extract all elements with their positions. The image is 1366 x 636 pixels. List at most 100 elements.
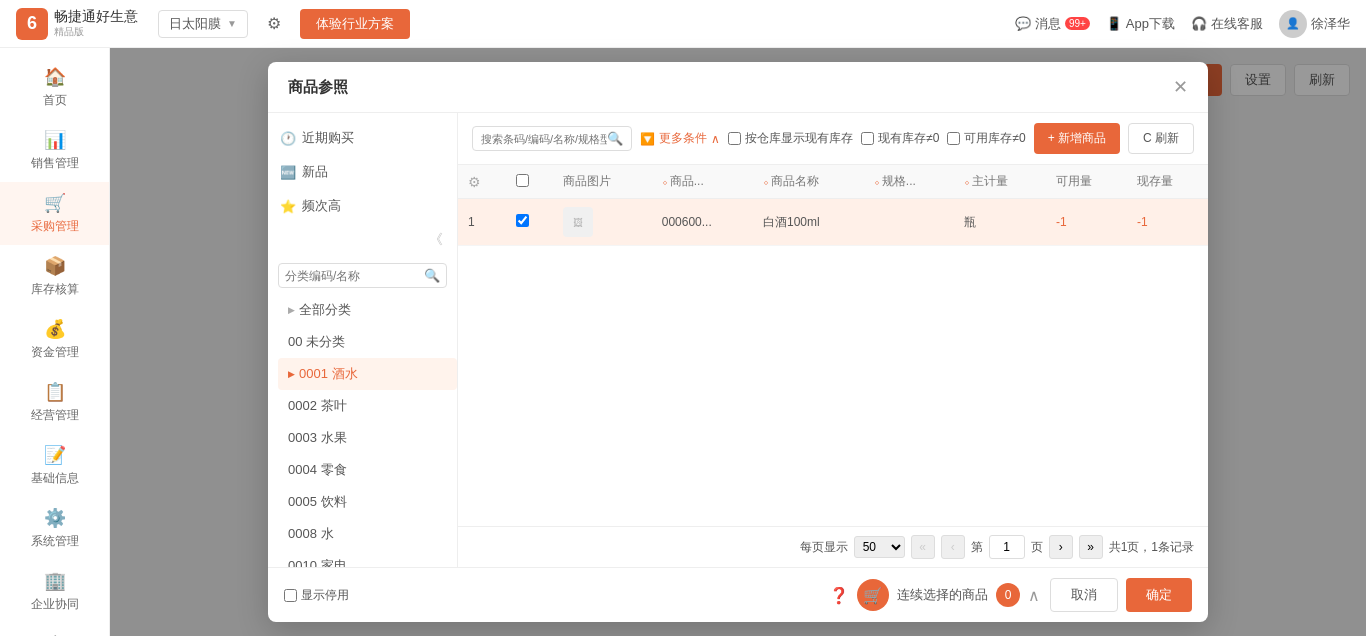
first-page-button[interactable]: « bbox=[911, 535, 935, 559]
message-icon: 💬 bbox=[1015, 16, 1031, 31]
sidebar-item-inventory[interactable]: 📦 库存核算 bbox=[0, 245, 109, 308]
new-icon: 🆕 bbox=[280, 165, 296, 180]
cart-area: ❓ 🛒 连续选择的商品 0 ∧ bbox=[829, 579, 1040, 611]
modal-close-button[interactable]: ✕ bbox=[1173, 76, 1188, 98]
info-icon: 📝 bbox=[44, 444, 66, 466]
category-search-icon[interactable]: 🔍 bbox=[424, 268, 440, 283]
product-search-input[interactable] bbox=[481, 133, 607, 145]
available-checkbox-input[interactable] bbox=[947, 132, 960, 145]
table-header-row: ⚙ 商品图片 ⬦ 商品... bbox=[458, 165, 1208, 199]
warehouse-checkbox-input[interactable] bbox=[728, 132, 741, 145]
sidebar-item-business[interactable]: 📋 经营管理 bbox=[0, 371, 109, 434]
clock-icon: 🕐 bbox=[280, 131, 296, 146]
category-all[interactable]: ▶ 全部分类 bbox=[278, 294, 457, 326]
new-product-nav[interactable]: 🆕 新品 bbox=[268, 155, 457, 189]
warehouse-display-checkbox[interactable]: 按仓库显示现有库存 bbox=[728, 130, 853, 147]
sidebar-item-enterprise[interactable]: 🏢 企业协同 bbox=[0, 560, 109, 623]
table-row[interactable]: 1 🖼 000600... 白酒100ml 瓶 bbox=[458, 199, 1208, 246]
sort-name-icon: ⬦ bbox=[763, 176, 769, 187]
sort-icon: ⬦ bbox=[662, 176, 668, 187]
th-name[interactable]: ⬦ 商品名称 bbox=[753, 165, 864, 199]
online-service-nav-item[interactable]: 🎧 在线客服 bbox=[1191, 15, 1263, 33]
messages-nav-item[interactable]: 💬 消息 99+ bbox=[1015, 15, 1090, 33]
show-disabled-checkbox[interactable]: 显示停用 bbox=[284, 587, 349, 604]
category-0003[interactable]: 0003 水果 bbox=[278, 422, 457, 454]
add-product-button[interactable]: + 新增商品 bbox=[1034, 123, 1120, 154]
footer-buttons: 取消 确定 bbox=[1050, 578, 1192, 612]
td-image: 🖼 bbox=[553, 199, 651, 246]
question-icon[interactable]: ❓ bbox=[829, 586, 849, 605]
settings-icon[interactable]: ⚙ bbox=[258, 8, 290, 40]
product-table: ⚙ 商品图片 ⬦ 商品... bbox=[458, 165, 1208, 246]
logo-area: 6 畅捷通好生意 精品版 bbox=[16, 8, 138, 40]
category-0005[interactable]: 0005 饮料 bbox=[278, 486, 457, 518]
next-page-button[interactable]: › bbox=[1049, 535, 1073, 559]
page-number-input[interactable] bbox=[989, 535, 1025, 559]
th-code[interactable]: ⬦ 商品... bbox=[652, 165, 753, 199]
try-industry-button[interactable]: 体验行业方案 bbox=[300, 9, 410, 39]
category-0004[interactable]: 0004 零食 bbox=[278, 454, 457, 486]
th-stock: 现存量 bbox=[1127, 165, 1208, 199]
triangle-icon: ▶ bbox=[288, 305, 295, 315]
category-0008[interactable]: 0008 水 bbox=[278, 518, 457, 550]
app-download-nav-item[interactable]: 📱 App下载 bbox=[1106, 15, 1175, 33]
category-0002[interactable]: 0002 茶叶 bbox=[278, 390, 457, 422]
category-0001[interactable]: ▶ 0001 酒水 bbox=[278, 358, 457, 390]
td-checkbox[interactable] bbox=[506, 199, 554, 246]
last-page-button[interactable]: » bbox=[1079, 535, 1103, 559]
cancel-button[interactable]: 取消 bbox=[1050, 578, 1118, 612]
sidebar-item-system[interactable]: ⚙️ 系统管理 bbox=[0, 497, 109, 560]
product-thumbnail: 🖼 bbox=[563, 207, 593, 237]
cart-collapse-icon[interactable]: ∧ bbox=[1028, 586, 1040, 605]
category-search-box: 🔍 bbox=[278, 263, 447, 288]
finance-icon: 💰 bbox=[44, 318, 66, 340]
sidebar-item-finance[interactable]: 💰 资金管理 bbox=[0, 308, 109, 371]
sidebar-item-basic-info[interactable]: 📝 基础信息 bbox=[0, 434, 109, 497]
category-list: ▶ 全部分类 00 未分类 ▶ 0001 酒水 0002 茶 bbox=[268, 294, 457, 567]
collapse-left-button[interactable]: 《 bbox=[421, 223, 451, 257]
stock-checkbox-input[interactable] bbox=[861, 132, 874, 145]
stock-nonzero-checkbox[interactable]: 现有库存≠0 bbox=[861, 130, 939, 147]
product-search-bar: 🔍 bbox=[472, 126, 632, 151]
th-spec[interactable]: ⬦ 规格... bbox=[864, 165, 954, 199]
search-icon[interactable]: 🔍 bbox=[607, 131, 623, 146]
store-dropdown[interactable]: 日太阳膜 ▼ bbox=[158, 10, 248, 38]
td-unit: 瓶 bbox=[954, 199, 1047, 246]
page-label: 第 bbox=[971, 539, 983, 556]
th-gear[interactable]: ⚙ bbox=[458, 165, 506, 199]
show-disabled-input[interactable] bbox=[284, 589, 297, 602]
select-all-checkbox[interactable] bbox=[516, 174, 529, 187]
system-icon: ⚙️ bbox=[44, 507, 66, 529]
total-label: 共1页，1条记录 bbox=[1109, 539, 1194, 556]
page-suffix: 页 bbox=[1031, 539, 1043, 556]
product-table-area: ⚙ 商品图片 ⬦ 商品... bbox=[458, 165, 1208, 526]
more-filter-button[interactable]: 🔽 更多条件 ∧ bbox=[640, 130, 720, 147]
sidebar-item-purchase[interactable]: 🛒 采购管理 bbox=[0, 182, 109, 245]
sidebar-item-sales[interactable]: 📊 销售管理 bbox=[0, 119, 109, 182]
modal-overlay: 商品参照 ✕ 🕐 近期购买 🆕 新品 bbox=[110, 48, 1366, 636]
category-00[interactable]: 00 未分类 bbox=[278, 326, 457, 358]
cart-icon[interactable]: 🛒 bbox=[857, 579, 889, 611]
available-nonzero-checkbox[interactable]: 可用库存≠0 bbox=[947, 130, 1025, 147]
user-nav-item[interactable]: 👤 徐泽华 bbox=[1279, 10, 1350, 38]
category-0010[interactable]: 0010 家电 bbox=[278, 550, 457, 567]
inventory-icon: 📦 bbox=[44, 255, 66, 277]
category-search-input[interactable] bbox=[285, 269, 424, 283]
per-page-select[interactable]: 50 100 bbox=[854, 536, 905, 558]
phone-icon: 📱 bbox=[1106, 16, 1122, 31]
prev-page-button[interactable]: ‹ bbox=[941, 535, 965, 559]
sidebar-item-home[interactable]: 🏠 首页 bbox=[0, 56, 109, 119]
modal-toolbar: 🔍 🔽 更多条件 ∧ 按仓库显示现有库存 bbox=[458, 113, 1208, 165]
th-checkbox[interactable] bbox=[506, 165, 554, 199]
confirm-button[interactable]: 确定 bbox=[1126, 578, 1192, 612]
frequent-nav[interactable]: ⭐ 频次高 bbox=[268, 189, 457, 223]
sidebar-item-guide[interactable]: 🎓 新手引导 bbox=[0, 623, 109, 636]
th-image: 商品图片 bbox=[553, 165, 651, 199]
recent-purchase-nav[interactable]: 🕐 近期购买 bbox=[268, 121, 457, 155]
product-reference-modal: 商品参照 ✕ 🕐 近期购买 🆕 新品 bbox=[268, 62, 1208, 622]
th-unit[interactable]: ⬦ 主计量 bbox=[954, 165, 1047, 199]
row-checkbox[interactable] bbox=[516, 214, 529, 227]
refresh-button[interactable]: C 刷新 bbox=[1128, 123, 1194, 154]
purchase-icon: 🛒 bbox=[44, 192, 66, 214]
home-icon: 🏠 bbox=[44, 66, 66, 88]
